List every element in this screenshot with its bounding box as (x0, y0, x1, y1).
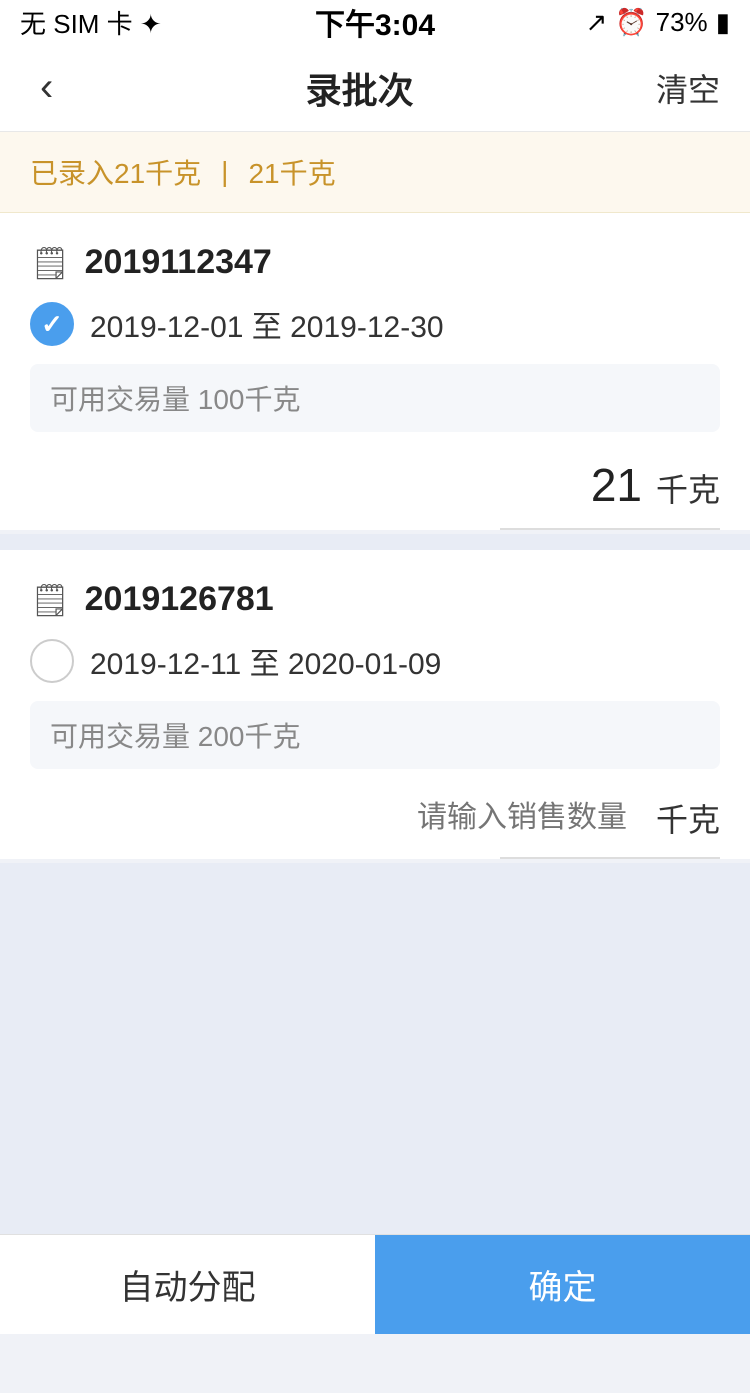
summary-divider: | (221, 156, 228, 188)
batch-doc-icon-1: 🗒 (30, 244, 71, 282)
input-separator-2 (500, 857, 720, 859)
confirm-button[interactable]: 确定 (375, 1235, 750, 1334)
batch-header-2: 🗒 2019126781 (0, 550, 750, 629)
batch-date-1: 2019-12-01 至 2019-12-30 (90, 302, 444, 346)
batch-card-1: 🗒 2019112347 2019-12-01 至 2019-12-30 可用交… (0, 213, 750, 530)
input-row-2[interactable]: 千克 (0, 779, 750, 857)
batch-doc-icon-2: 🗒 (30, 581, 71, 619)
status-bar: 无 SIM 卡 ✦ 下午3:04 ↗ ⏰ 73% ▮ (0, 0, 750, 44)
status-right: ↗ ⏰ 73% ▮ (585, 7, 730, 38)
location-icon: ↗ (585, 7, 607, 38)
amount-separator-1 (500, 528, 720, 530)
summary-bar: 已录入21千克 | 21千克 (0, 132, 750, 213)
card-separator (0, 534, 750, 550)
batch-id-2: 2019126781 (85, 580, 274, 619)
batch-header-1: 🗒 2019112347 (0, 213, 750, 292)
batch-checkbox-1[interactable] (30, 302, 74, 346)
batch-row-2[interactable]: 2019-12-11 至 2020-01-09 (0, 629, 750, 693)
alarm-icon: ⏰ (615, 7, 647, 38)
auto-distribute-button[interactable]: 自动分配 (0, 1235, 375, 1334)
available-text-2: 可用交易量 200千克 (50, 721, 301, 752)
status-time: 下午3:04 (315, 0, 435, 44)
clear-button[interactable]: 清空 (656, 65, 720, 111)
status-left: 无 SIM 卡 ✦ (20, 4, 162, 41)
batch-date-2: 2019-12-11 至 2020-01-09 (90, 639, 441, 683)
empty-area (0, 863, 750, 1293)
input-unit-2: 千克 (656, 795, 720, 841)
batch-card-2: 🗒 2019126781 2019-12-11 至 2020-01-09 可用交… (0, 550, 750, 859)
total-amount: 21千克 (248, 152, 335, 192)
amount-row-1: 21 千克 (0, 442, 750, 528)
amount-unit-1: 千克 (656, 465, 720, 511)
batch-id-1: 2019112347 (85, 243, 272, 282)
sim-status: 无 SIM 卡 ✦ (20, 4, 162, 41)
available-row-1: 可用交易量 100千克 (30, 364, 720, 432)
battery-level: 73% (656, 7, 708, 38)
nav-bar: ‹ 录批次 清空 (0, 44, 750, 132)
available-text-1: 可用交易量 100千克 (50, 384, 301, 415)
bottom-bar: 自动分配 确定 (0, 1234, 750, 1334)
recorded-amount: 已录入21千克 (30, 152, 201, 192)
available-row-2: 可用交易量 200千克 (30, 701, 720, 769)
back-button[interactable]: ‹ (30, 55, 63, 120)
amount-value-1: 21 (591, 458, 642, 512)
quantity-input-2[interactable] (30, 801, 642, 835)
batch-checkbox-2[interactable] (30, 639, 74, 683)
page-title: 录批次 (306, 62, 414, 114)
batch-row-1[interactable]: 2019-12-01 至 2019-12-30 (0, 292, 750, 356)
battery-icon: ▮ (716, 7, 730, 38)
